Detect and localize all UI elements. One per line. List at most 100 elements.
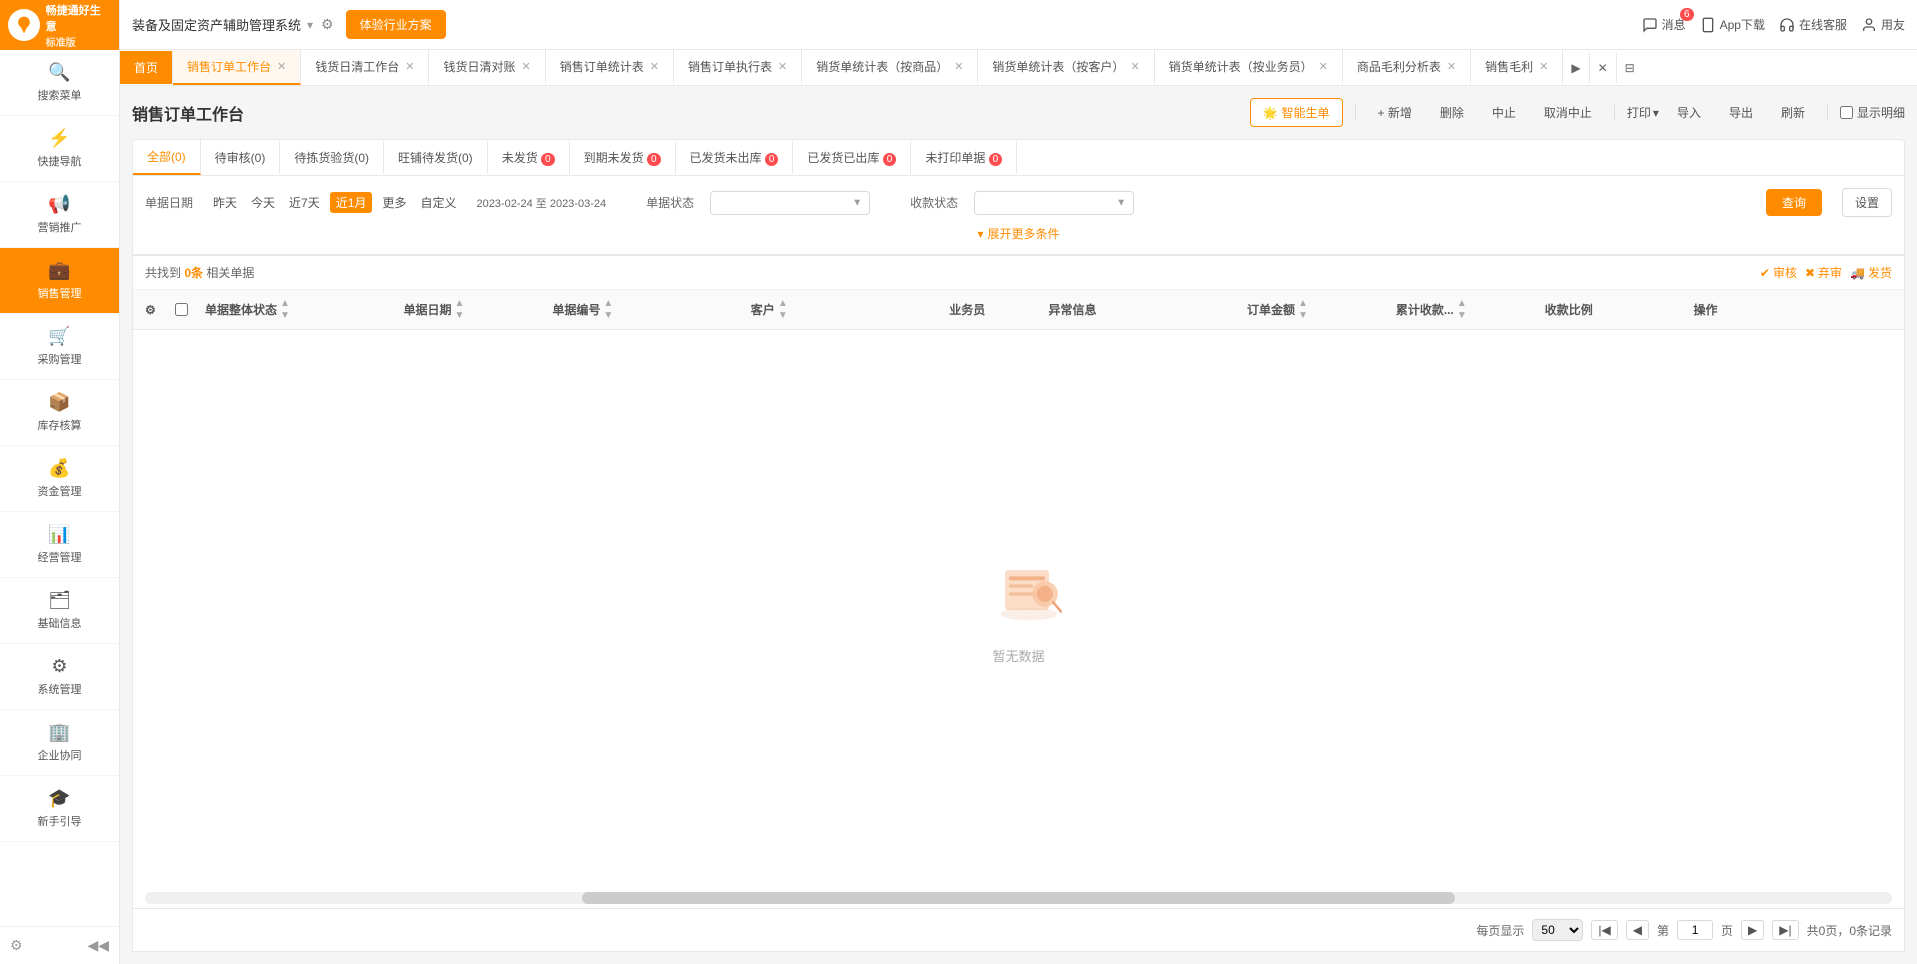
select-all-checkbox[interactable] [175,303,188,316]
sidebar-item-marketing[interactable]: 📢 营销推广 [0,182,119,248]
sidebar-item-inventory[interactable]: 📦 库存核算 [0,380,119,446]
first-page-button[interactable]: |◀ [1591,920,1617,940]
tab-cash-daily[interactable]: 钱货日清工作台 ✕ [301,50,429,85]
settings-icon[interactable]: ⚙ [321,16,334,33]
date-today-button[interactable]: 今天 [247,192,279,213]
page-number-input[interactable] [1677,920,1713,940]
close-tab-product-margin[interactable]: ✕ [1447,60,1456,73]
filter-tab-not-shipped[interactable]: 未发货 0 [488,141,570,174]
smart-generate-button[interactable]: 🌟 智能生单 [1250,98,1343,127]
tab-sales-order-stats[interactable]: 销售订单统计表 ✕ [546,50,674,85]
app-download-button[interactable]: App下载 [1700,16,1765,33]
filter-tab-overdue[interactable]: 到期未发货 0 [570,141,676,174]
settings-query-button[interactable]: 设置 [1842,188,1892,217]
sidebar-label-search: 搜索菜单 [38,87,82,103]
user-button[interactable]: 用友 [1861,16,1905,33]
th-checkbox[interactable] [175,303,205,316]
tab-sales-stats-staff[interactable]: 销货单统计表（按业务员） ✕ [1155,50,1343,85]
page-size-select[interactable]: 20 50 100 [1532,919,1583,941]
close-tab-sales-order-workspace[interactable]: ✕ [277,60,286,73]
export-button[interactable]: 导出 [1719,99,1763,126]
tab-sales-stats-staff-label: 销货单统计表（按业务员） [1169,58,1313,75]
tab-sales-stats-customer[interactable]: 销货单统计表（按客户） ✕ [978,50,1154,85]
suspend-button[interactable]: 中止 [1482,99,1526,126]
sort-customer-icon[interactable]: ▲ ▼ [778,298,788,321]
date-yesterday-button[interactable]: 昨天 [209,192,241,213]
filter-tab-shipped-out[interactable]: 已发货已出库 0 [793,141,911,174]
cancel-suspend-button[interactable]: 取消中止 [1534,99,1602,126]
close-tab-sales-stats-staff[interactable]: ✕ [1319,60,1328,73]
sort-collected-icon[interactable]: ▲ ▼ [1457,298,1467,321]
filter-tab-not-printed[interactable]: 未打印单据 0 [911,141,1017,174]
sort-status-icon[interactable]: ▲ ▼ [280,298,290,321]
sidebar-item-search[interactable]: 🔍 搜索菜单 [0,50,119,116]
solution-button[interactable]: 体验行业方案 [346,10,446,39]
sidebar-item-quick-nav[interactable]: ⚡ 快捷导航 [0,116,119,182]
filter-tab-pending-check[interactable]: 待拣货验货(0) [280,141,384,174]
page-label: 第 [1657,922,1669,939]
close-tab-sales-order-stats[interactable]: ✕ [650,60,659,73]
audit-button[interactable]: ✔ 审核 [1760,264,1797,281]
sort-amount-icon[interactable]: ▲ ▼ [1298,298,1308,321]
horizontal-scrollbar[interactable] [145,892,1892,904]
expand-more-button[interactable]: ▾ 展开更多条件 [977,225,1059,242]
sort-date-icon[interactable]: ▲ ▼ [454,298,464,321]
sidebar-item-guide[interactable]: 🎓 新手引导 [0,776,119,842]
message-button[interactable]: 消息 6 [1642,16,1686,33]
close-tab-sales-stats-product[interactable]: ✕ [954,60,963,73]
tab-product-margin[interactable]: 商品毛利分析表 ✕ [1343,50,1471,85]
sidebar-item-sales[interactable]: 💼 销售管理 [0,248,119,314]
show-details-checkbox[interactable]: 显示明细 [1840,104,1905,121]
filter-tab-pending-review[interactable]: 待审核(0) [201,141,281,174]
sidebar-item-purchase[interactable]: 🛒 采购管理 [0,314,119,380]
query-button[interactable]: 查询 [1766,189,1822,216]
import-button[interactable]: 导入 [1667,99,1711,126]
sort-amt-down-icon: ▼ [1298,310,1308,321]
status-select[interactable] [710,191,870,215]
tab-home[interactable]: 首页 [120,51,173,84]
tab-cash-reconcile[interactable]: 钱货日清对账 ✕ [429,50,545,85]
last-page-button[interactable]: ▶| [1772,920,1798,940]
tab-sales-gross[interactable]: 销售毛利 ✕ [1471,50,1563,85]
sidebar-item-system[interactable]: ⚙ 系统管理 [0,644,119,710]
filter-tab-wangpu[interactable]: 旺铺待发货(0) [384,141,488,174]
date-more-button[interactable]: 更多 [378,192,410,213]
close-tab-cash-daily[interactable]: ✕ [405,60,414,73]
filter-tab-all[interactable]: 全部(0) [133,140,201,175]
ship-button[interactable]: 🚚 发货 [1850,264,1892,281]
tab-more-button[interactable]: ▶ [1563,53,1589,83]
scrollbar-thumb[interactable] [582,892,1456,904]
delete-button[interactable]: 删除 [1430,99,1474,126]
close-tab-sales-gross[interactable]: ✕ [1539,60,1548,73]
date-7days-button[interactable]: 近7天 [285,192,324,213]
show-details-input[interactable] [1840,106,1853,119]
close-tab-cash-reconcile[interactable]: ✕ [522,60,531,73]
prev-page-button[interactable]: ◀ [1626,920,1649,940]
payment-select[interactable] [974,191,1134,215]
close-tab-sales-stats-customer[interactable]: ✕ [1130,60,1139,73]
next-page-button[interactable]: ▶ [1741,920,1764,940]
close-all-tabs-button[interactable]: ✕ [1590,53,1617,83]
tab-sales-order-exec[interactable]: 销售订单执行表 ✕ [674,50,802,85]
sidebar-item-finance[interactable]: 💰 资金管理 [0,446,119,512]
date-1month-button[interactable]: 近1月 [330,192,373,213]
print-button[interactable]: 打印 ▾ [1627,104,1659,121]
settings-footer-button[interactable]: ⚙ [10,937,23,954]
th-settings[interactable]: ⚙ [145,303,175,317]
close-tab-sales-order-exec[interactable]: ✕ [778,60,787,73]
filter-tab-shipped-not-out[interactable]: 已发货未出库 0 [676,141,794,174]
tab-sales-stats-product[interactable]: 销货单统计表（按商品） ✕ [802,50,978,85]
sort-number-icon[interactable]: ▲ ▼ [603,298,613,321]
add-button[interactable]: + 新增 [1368,99,1422,126]
sidebar-item-basic-info[interactable]: 🗂 基础信息 [0,578,119,644]
sidebar-item-operations[interactable]: 📊 经营管理 [0,512,119,578]
th-customer: 客户 ▲ ▼ [751,298,949,321]
minimize-tabs-button[interactable]: ⊟ [1617,53,1643,83]
collapse-sidebar-button[interactable]: ◀◀ [87,937,109,954]
cancel-audit-button[interactable]: ✖ 弃审 [1805,264,1842,281]
refresh-button[interactable]: 刷新 [1771,99,1815,126]
online-service-button[interactable]: 在线客服 [1779,16,1847,33]
date-custom-button[interactable]: 自定义 [416,192,460,213]
sidebar-item-enterprise[interactable]: 🏢 企业协同 [0,710,119,776]
tab-sales-order-workspace[interactable]: 销售订单工作台 ✕ [173,50,301,85]
